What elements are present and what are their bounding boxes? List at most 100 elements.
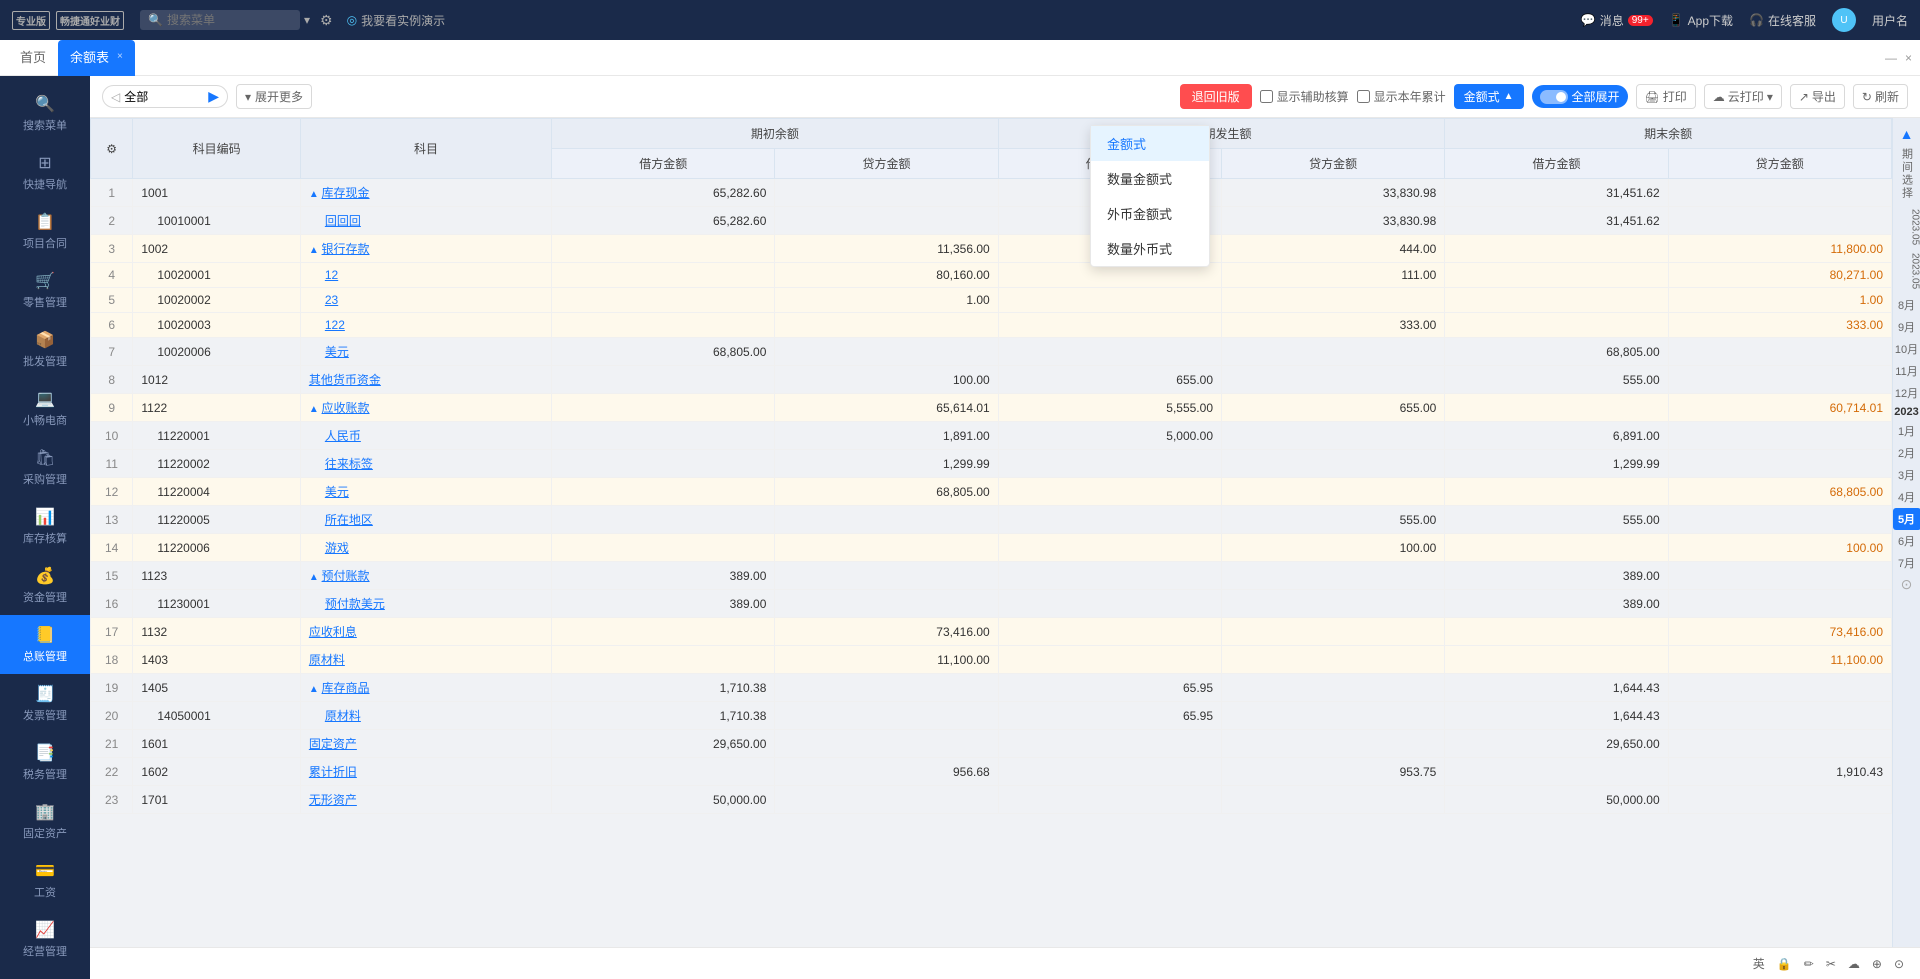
- print-button[interactable]: 🖨 打印: [1636, 84, 1696, 109]
- month-item-3月[interactable]: 3月: [1893, 464, 1920, 486]
- row-name-link[interactable]: 其他货币资金: [309, 373, 381, 387]
- bottom-add[interactable]: ⊕: [1872, 957, 1882, 971]
- month-item-6月[interactable]: 6月: [1893, 530, 1920, 552]
- month-item-2023[interactable]: 2023: [1893, 404, 1920, 420]
- dropdown-item-waibijine[interactable]: 外币金额式: [1091, 196, 1209, 231]
- row-name-link[interactable]: 原材料: [309, 653, 345, 667]
- period-label[interactable]: 期间选择: [1899, 144, 1915, 204]
- expand-indicator-icon[interactable]: ▲: [309, 684, 322, 695]
- row-name-link[interactable]: 122: [325, 318, 345, 332]
- row-name-link[interactable]: 美元: [325, 485, 349, 499]
- sidebar-item-purchase[interactable]: 🛍 采购管理: [0, 438, 90, 497]
- sidebar-item-wholesale[interactable]: 📦 批发管理: [0, 320, 90, 379]
- account-search-input[interactable]: [124, 90, 204, 104]
- month-item-11月[interactable]: 11月: [1893, 360, 1920, 382]
- month-item-12月[interactable]: 12月: [1893, 382, 1920, 404]
- show-year-total-checkbox[interactable]: 显示本年累计: [1357, 88, 1446, 105]
- sidebar-item-assets[interactable]: 🏢 固定资产: [0, 792, 90, 851]
- sidebar-item-inventory[interactable]: 📊 库存核算: [0, 497, 90, 556]
- cloud-print-button[interactable]: ☁ 云打印 ▾: [1704, 84, 1782, 109]
- tab-home[interactable]: 首页: [8, 40, 58, 76]
- row-name-link[interactable]: 固定资产: [309, 737, 357, 751]
- demo-link[interactable]: 我要看实例演示: [347, 12, 446, 29]
- expand-more-btn[interactable]: ▾ 展开更多: [236, 84, 312, 109]
- sidebar-item-operations[interactable]: 📈 经营管理: [0, 910, 90, 969]
- table-settings-icon[interactable]: ⚙: [91, 119, 133, 179]
- return-period-button[interactable]: 退回旧版: [1180, 84, 1252, 109]
- year-total-checkbox-input[interactable]: [1357, 90, 1370, 103]
- month-item-4月[interactable]: 4月: [1893, 486, 1920, 508]
- sidebar-item-invoice[interactable]: 🧾 发票管理: [0, 674, 90, 733]
- sidebar-item-reports[interactable]: 📝 小畅报销: [0, 969, 90, 979]
- expand-indicator-icon[interactable]: ▲: [309, 404, 322, 415]
- tab-window-close-icon[interactable]: ×: [1905, 51, 1912, 65]
- row-name-link[interactable]: 所在地区: [325, 513, 373, 527]
- search-chevron-icon[interactable]: ▾: [304, 13, 310, 27]
- sidebar-item-finance[interactable]: 💰 资金管理: [0, 556, 90, 615]
- row-name-link[interactable]: 人民币: [325, 429, 361, 443]
- messages-action[interactable]: 💬 消息 99+: [1581, 12, 1653, 29]
- bottom-lang-toggle[interactable]: 英: [1753, 955, 1765, 972]
- refresh-button[interactable]: ↻ 刷新: [1853, 84, 1908, 109]
- mode-button[interactable]: 金额式 ▲: [1454, 84, 1524, 109]
- dropdown-item-shulianwaibi[interactable]: 数量外币式: [1091, 231, 1209, 266]
- tab-balance[interactable]: 余额表 ×: [58, 40, 135, 76]
- show-auxiliary-checkbox[interactable]: 显示辅助核算: [1260, 88, 1349, 105]
- bottom-cloud[interactable]: ☁: [1848, 957, 1860, 971]
- bottom-cut[interactable]: ✂: [1826, 957, 1836, 971]
- month-item-8月[interactable]: 8月: [1893, 294, 1920, 316]
- row-name-link[interactable]: 原材料: [325, 709, 361, 723]
- expand-indicator-icon[interactable]: ▲: [309, 245, 322, 256]
- dropdown-item-jine[interactable]: 金额式: [1091, 126, 1209, 161]
- row-name-link[interactable]: 23: [325, 293, 338, 307]
- row-name-link[interactable]: 预付账款: [322, 569, 370, 583]
- row-name-link[interactable]: 库存商品: [322, 681, 370, 695]
- row-name-link[interactable]: 应收账款: [322, 401, 370, 415]
- row-name-link[interactable]: 回回回: [325, 214, 361, 228]
- row-name-link[interactable]: 累计折旧: [309, 765, 357, 779]
- expand-all-button[interactable]: 全部展开: [1532, 85, 1628, 108]
- bottom-circle[interactable]: ⊙: [1894, 957, 1904, 971]
- month-item-9月[interactable]: 9月: [1893, 316, 1920, 338]
- row-name-link[interactable]: 银行存款: [322, 242, 370, 256]
- online-service-action[interactable]: 🎧 在线客服: [1749, 12, 1816, 29]
- user-avatar[interactable]: U: [1832, 8, 1856, 32]
- row-name-link[interactable]: 游戏: [325, 541, 349, 555]
- bottom-edit[interactable]: ✏: [1804, 957, 1814, 971]
- menu-search[interactable]: 🔍: [140, 10, 300, 30]
- settings-icon[interactable]: ⚙: [320, 12, 333, 29]
- row-name-link[interactable]: 库存现金: [322, 186, 370, 200]
- account-search[interactable]: ◁ ▶: [102, 85, 228, 108]
- month-item-1月[interactable]: 1月: [1893, 420, 1920, 442]
- auxiliary-checkbox-input[interactable]: [1260, 90, 1273, 103]
- sidebar-item-ledger[interactable]: 📒 总账管理: [0, 615, 90, 674]
- row-name-link[interactable]: 无形资产: [309, 793, 357, 807]
- row-name-link[interactable]: 美元: [325, 345, 349, 359]
- app-download-action[interactable]: 📱 App下载: [1669, 12, 1733, 29]
- row-name-link[interactable]: 预付款美元: [325, 597, 385, 611]
- sidebar-item-tax[interactable]: 📑 税务管理: [0, 733, 90, 792]
- dropdown-item-shulianjine[interactable]: 数量金额式: [1091, 161, 1209, 196]
- sidebar-item-contract[interactable]: 📋 项目合同: [0, 202, 90, 261]
- expand-indicator-icon[interactable]: ▲: [309, 572, 322, 583]
- month-item-2月[interactable]: 2月: [1893, 442, 1920, 464]
- expand-indicator-icon[interactable]: ▲: [309, 189, 322, 200]
- month-item-7月[interactable]: 7月: [1893, 552, 1920, 574]
- minimize-icon[interactable]: —: [1885, 51, 1897, 65]
- month-item-5月[interactable]: 5月: [1893, 508, 1920, 530]
- account-search-arrow-icon[interactable]: ▶: [208, 88, 219, 105]
- right-panel-more-icon[interactable]: ⊙: [1901, 576, 1913, 593]
- sidebar-item-retail[interactable]: 🛒 零售管理: [0, 261, 90, 320]
- sidebar-item-search[interactable]: 🔍 搜索菜单: [0, 84, 90, 143]
- row-name-link[interactable]: 12: [325, 268, 338, 282]
- sidebar-item-quicknav[interactable]: ⊞ 快捷导航: [0, 143, 90, 202]
- sidebar-item-salary[interactable]: 💳 工资: [0, 851, 90, 910]
- row-name-link[interactable]: 应收利息: [309, 625, 357, 639]
- sidebar-item-ecommerce[interactable]: 💻 小畅电商: [0, 379, 90, 438]
- menu-search-input[interactable]: [167, 13, 287, 27]
- row-name-link[interactable]: 往来标签: [325, 457, 373, 471]
- right-panel-scroll-up-icon[interactable]: ▲: [1900, 126, 1914, 142]
- export-button[interactable]: ↗ 导出: [1790, 84, 1845, 109]
- bottom-lock[interactable]: 🔒: [1777, 957, 1792, 971]
- tab-close-icon[interactable]: ×: [117, 51, 123, 62]
